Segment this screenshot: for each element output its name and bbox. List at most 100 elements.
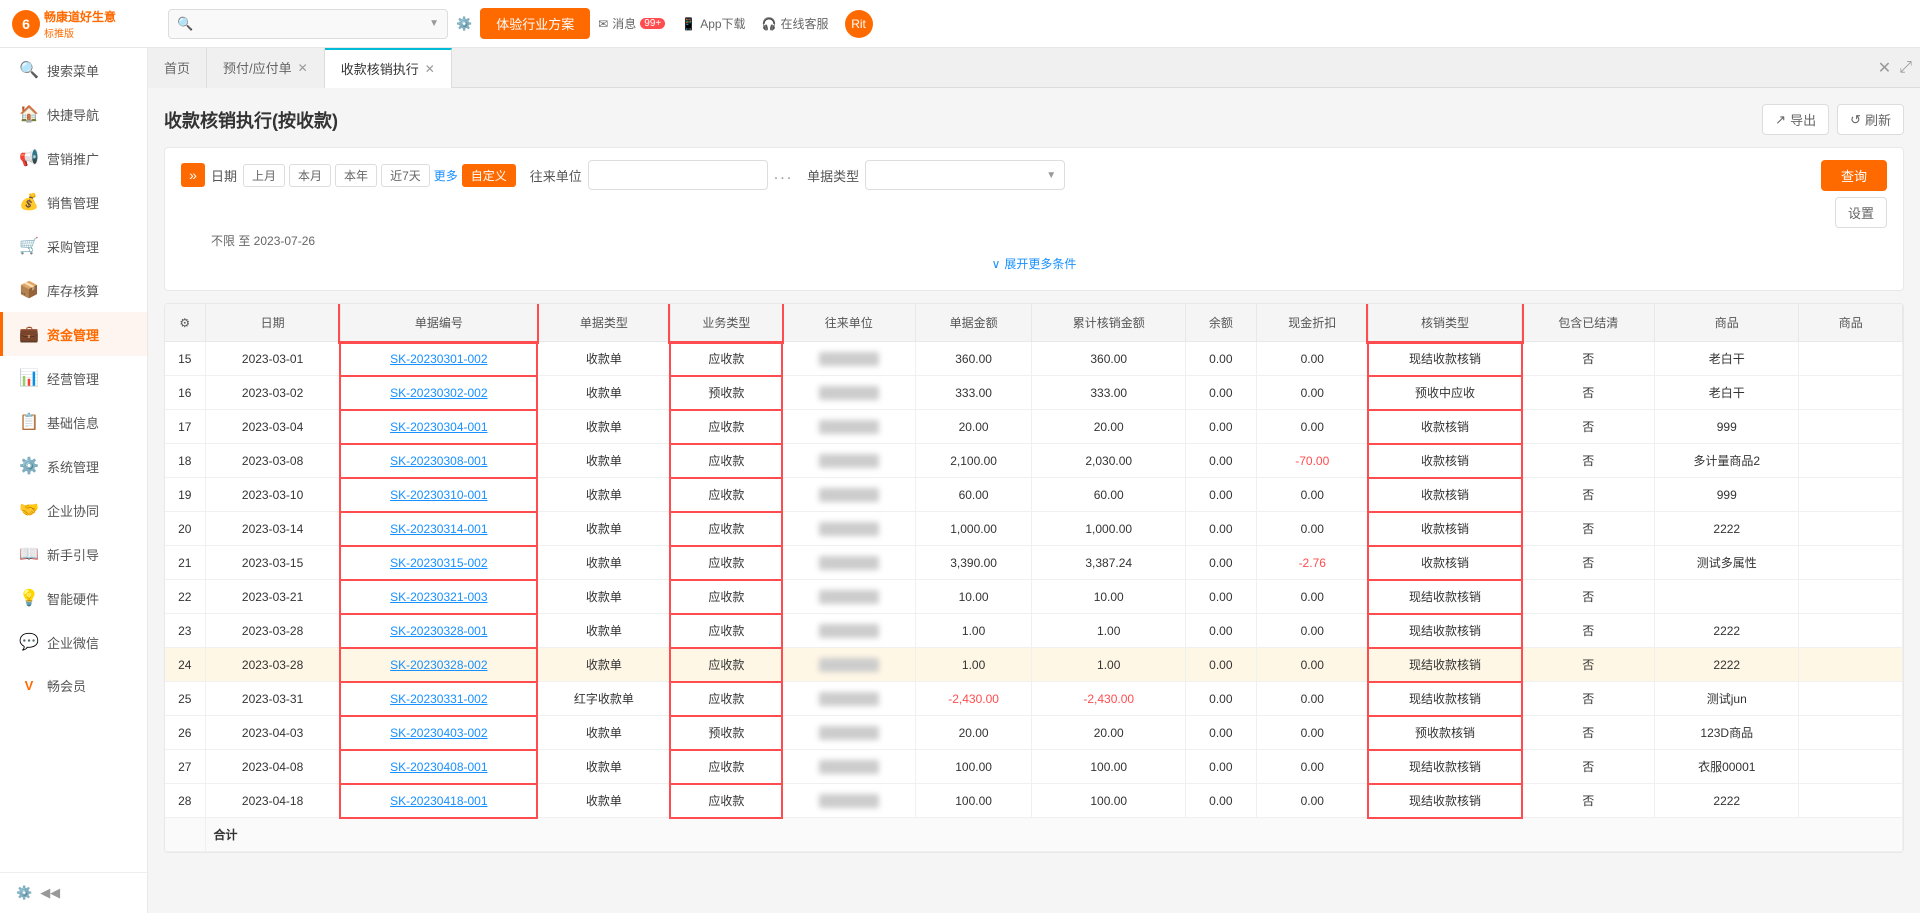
cell-include-settled: 否 bbox=[1522, 750, 1655, 784]
cell-counterparty bbox=[782, 580, 915, 614]
sidebar: 🔍 搜索菜单 🏠 快捷导航 📢 营销推广 💰 销售管理 🛒 采购管理 📦 库存核… bbox=[0, 48, 148, 913]
online-service-btn[interactable]: 🎧 在线客服 bbox=[762, 15, 829, 32]
sidebar-item-purchase[interactable]: 🛒 采购管理 bbox=[0, 224, 147, 268]
sidebar-item-wechat[interactable]: 💬 企业微信 bbox=[0, 620, 147, 664]
cell-goods2 bbox=[1799, 580, 1903, 614]
sidebar-item-quick[interactable]: 🏠 快捷导航 bbox=[0, 92, 147, 136]
doc-no-link[interactable]: SK-20230304-001 bbox=[390, 420, 487, 434]
cell-goods bbox=[1655, 580, 1799, 614]
cell-date: 2023-03-28 bbox=[205, 614, 340, 648]
doc-no-link[interactable]: SK-20230408-001 bbox=[390, 760, 487, 774]
cell-counterparty bbox=[782, 648, 915, 682]
date-more-link[interactable]: 更多 bbox=[434, 167, 458, 184]
settings-icon[interactable]: ⚙ bbox=[179, 316, 190, 330]
user-avatar[interactable]: Rit bbox=[845, 10, 873, 38]
cell-goods: 2222 bbox=[1655, 512, 1799, 546]
industry-btn[interactable]: 体验行业方案 bbox=[480, 8, 590, 39]
col-settings[interactable]: ⚙ bbox=[165, 304, 205, 342]
doc-no-link[interactable]: SK-20230308-001 bbox=[390, 454, 487, 468]
sidebar-item-search[interactable]: 🔍 搜索菜单 bbox=[0, 48, 147, 92]
doc-no-link[interactable]: SK-20230315-002 bbox=[390, 556, 487, 570]
gear-icon[interactable]: ⚙️ bbox=[456, 16, 472, 32]
filter-expand-toggle[interactable]: » bbox=[181, 163, 205, 187]
date-btn-this-year[interactable]: 本年 bbox=[335, 164, 377, 187]
sidebar-item-system[interactable]: ⚙️ 系统管理 bbox=[0, 444, 147, 488]
cell-biz-type: 应收款 bbox=[670, 512, 782, 546]
dropdown-icon[interactable]: ▼ bbox=[429, 18, 439, 29]
date-btn-this-month[interactable]: 本月 bbox=[289, 164, 331, 187]
guide-icon: 📖 bbox=[19, 544, 39, 564]
counterparty-input[interactable] bbox=[588, 160, 768, 190]
doc-no-link[interactable]: SK-20230314-001 bbox=[390, 522, 487, 536]
tab-payable-close[interactable]: ✕ bbox=[298, 61, 308, 75]
close-all-tabs-icon[interactable]: ✕ bbox=[1878, 58, 1891, 78]
cell-offset-type: 收款核销 bbox=[1368, 444, 1522, 478]
cell-counterparty bbox=[782, 376, 915, 410]
table-row: 27 2023-04-08 SK-20230408-001 收款单 应收款 10… bbox=[165, 750, 1903, 784]
doc-no-link[interactable]: SK-20230302-002 bbox=[390, 386, 487, 400]
cell-amount: 1.00 bbox=[915, 614, 1032, 648]
global-search-input[interactable] bbox=[197, 17, 429, 31]
cell-doc-type: 收款单 bbox=[537, 648, 670, 682]
cell-goods2 bbox=[1799, 682, 1903, 716]
sidebar-item-operation[interactable]: 📊 经营管理 bbox=[0, 356, 147, 400]
messages-btn[interactable]: ✉ 消息 99+ bbox=[598, 15, 665, 32]
doc-no-link[interactable]: SK-20230418-001 bbox=[390, 794, 487, 808]
cell-cum-offset: 1,000.00 bbox=[1032, 512, 1186, 546]
sidebar-item-member[interactable]: V 畅会员 bbox=[0, 664, 147, 707]
col-counterparty: 往来单位 bbox=[782, 304, 915, 342]
tab-home[interactable]: 首页 bbox=[148, 48, 207, 88]
doc-no-link[interactable]: SK-20230321-003 bbox=[390, 590, 487, 604]
doc-no-link[interactable]: SK-20230331-002 bbox=[390, 692, 487, 706]
tab-receivable[interactable]: 收款核销执行 ✕ bbox=[325, 48, 452, 88]
expand-more-btn[interactable]: ∨ 展开更多条件 bbox=[181, 249, 1887, 278]
cell-cum-offset: 333.00 bbox=[1032, 376, 1186, 410]
cell-goods: 多计量商品2 bbox=[1655, 444, 1799, 478]
refresh-btn[interactable]: ↺ 刷新 bbox=[1837, 104, 1904, 135]
cell-balance: 0.00 bbox=[1185, 546, 1256, 580]
app-download-btn[interactable]: 📱 App下载 bbox=[681, 15, 745, 32]
cell-balance: 0.00 bbox=[1185, 512, 1256, 546]
cell-offset-type: 收款核销 bbox=[1368, 478, 1522, 512]
date-btn-7days[interactable]: 近7天 bbox=[381, 164, 430, 187]
sidebar-item-basic[interactable]: 📋 基础信息 bbox=[0, 400, 147, 444]
cell-date: 2023-04-03 bbox=[205, 716, 340, 750]
export-btn[interactable]: ↗ 导出 bbox=[1762, 104, 1829, 135]
col-date: 日期 bbox=[205, 304, 340, 342]
col-amount: 单据金额 bbox=[915, 304, 1032, 342]
sidebar-item-guide[interactable]: 📖 新手引导 bbox=[0, 532, 147, 576]
cell-goods2 bbox=[1799, 750, 1903, 784]
cell-no: 22 bbox=[165, 580, 205, 614]
search-icon: 🔍 bbox=[177, 16, 193, 32]
sidebar-collapse-icon[interactable]: ◀◀ bbox=[40, 885, 60, 901]
date-btn-last-month[interactable]: 上月 bbox=[243, 164, 285, 187]
sidebar-item-finance[interactable]: 💼 资金管理 bbox=[0, 312, 147, 356]
doc-no-link[interactable]: SK-20230328-002 bbox=[390, 658, 487, 672]
sidebar-item-inventory[interactable]: 📦 库存核算 bbox=[0, 268, 147, 312]
filter-settings-btn[interactable]: 设置 bbox=[1835, 197, 1887, 228]
tab-receivable-close[interactable]: ✕ bbox=[425, 62, 435, 76]
sidebar-item-sales[interactable]: 💰 销售管理 bbox=[0, 180, 147, 224]
cell-goods2 bbox=[1799, 546, 1903, 580]
cell-cash-discount: 0.00 bbox=[1256, 580, 1368, 614]
cell-goods: 2222 bbox=[1655, 784, 1799, 818]
page-actions: ↗ 导出 ↺ 刷新 bbox=[1762, 104, 1904, 135]
doc-no-link[interactable]: SK-20230310-001 bbox=[390, 488, 487, 502]
table-row: 20 2023-03-14 SK-20230314-001 收款单 应收款 1,… bbox=[165, 512, 1903, 546]
sidebar-item-hardware[interactable]: 💡 智能硬件 bbox=[0, 576, 147, 620]
cell-doc-no: SK-20230408-001 bbox=[340, 750, 537, 784]
voucher-type-select[interactable]: ▼ bbox=[865, 160, 1065, 190]
date-btn-custom[interactable]: 自定义 bbox=[462, 164, 516, 187]
doc-no-link[interactable]: SK-20230328-001 bbox=[390, 624, 487, 638]
sidebar-item-enterprise[interactable]: 🤝 企业协同 bbox=[0, 488, 147, 532]
tab-payable[interactable]: 预付/应付单 ✕ bbox=[207, 48, 325, 88]
cell-no: 17 bbox=[165, 410, 205, 444]
sidebar-settings-icon[interactable]: ⚙️ bbox=[16, 885, 32, 901]
doc-no-link[interactable]: SK-20230301-002 bbox=[390, 352, 487, 366]
cell-offset-type: 现结收款核销 bbox=[1368, 784, 1522, 818]
sidebar-item-marketing[interactable]: 📢 营销推广 bbox=[0, 136, 147, 180]
cell-counterparty bbox=[782, 614, 915, 648]
maximize-icon[interactable]: ⤢ bbox=[1899, 59, 1912, 77]
query-btn[interactable]: 查询 bbox=[1821, 160, 1887, 191]
doc-no-link[interactable]: SK-20230403-002 bbox=[390, 726, 487, 740]
